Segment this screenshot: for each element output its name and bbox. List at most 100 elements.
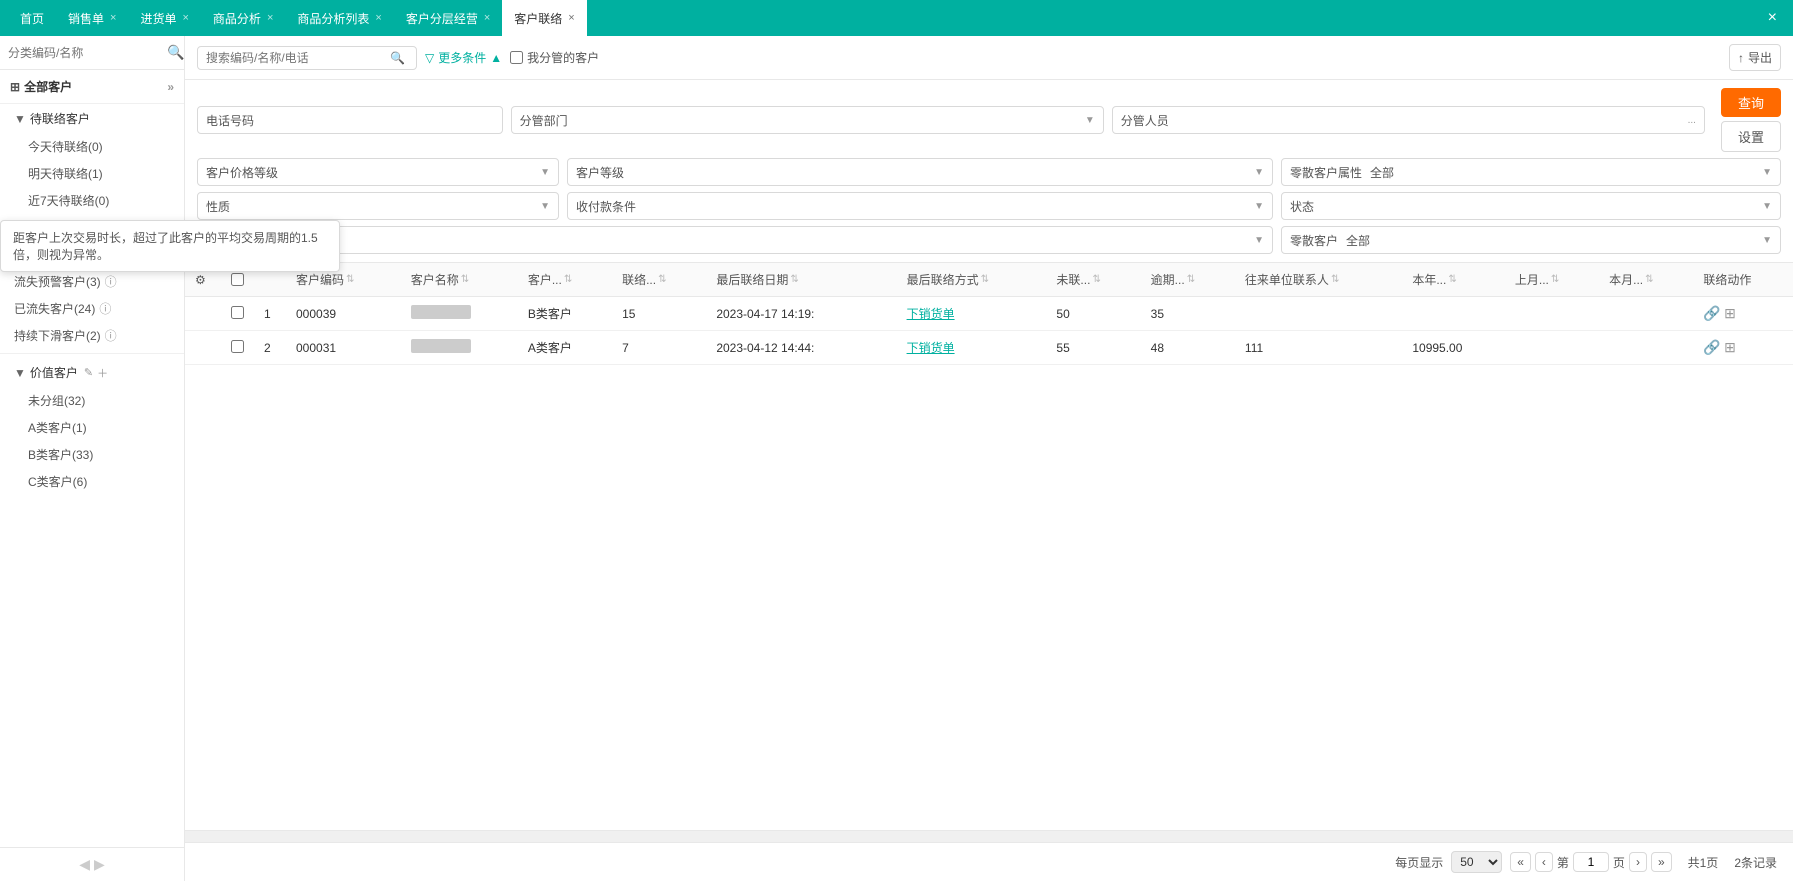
sidebar-group-pending[interactable]: ▼ 待联络客户 [0, 104, 184, 133]
next-page-btn[interactable]: › [1629, 852, 1647, 872]
retail-customer-field[interactable]: 零散客户 全部 ▼ [1281, 226, 1781, 254]
phone-field[interactable]: 电话号码 [197, 106, 503, 134]
col-last-month-header[interactable]: 上月... ⇅ [1505, 263, 1599, 297]
search-input-container[interactable]: 🔍 [197, 46, 417, 70]
sidebar-group-value[interactable]: ▼ 价值客户 ✎ ＋ [0, 358, 184, 387]
code-sort-icon[interactable]: ⇅ [346, 274, 354, 285]
my-customers-checkbox[interactable] [510, 51, 523, 64]
gender-field[interactable]: 性质 ▼ [197, 192, 559, 220]
retail-attr-field[interactable]: 零散客户属性 全部 ▼ [1281, 158, 1781, 186]
settings-button[interactable]: 设置 [1721, 121, 1781, 152]
contacts-sort-icon[interactable]: ⇅ [658, 274, 666, 285]
sidebar-item-lost-warn[interactable]: 流失预警客户(3) ⓘ [0, 268, 184, 295]
nav-customer-contact[interactable]: 客户联络 × [502, 0, 586, 36]
overdue-sort-icon[interactable]: ⇅ [1187, 274, 1195, 285]
collapse-icon[interactable]: » [167, 80, 174, 94]
sidebar-item-b-customers[interactable]: B类客户(33) [0, 441, 184, 468]
sidebar-item-declining[interactable]: 持续下滑客户(2) ⓘ [0, 322, 184, 349]
row2-checkbox[interactable] [221, 331, 254, 365]
filter-search-icon[interactable]: 🔍 [390, 51, 405, 65]
customer-type-field[interactable]: 客户类型 ▼ [223, 226, 1273, 254]
my-customers-checkbox-container[interactable]: 我分管的客户 [510, 49, 599, 66]
close-purchase-icon[interactable]: × [182, 12, 188, 24]
sidebar-item-tomorrow[interactable]: 明天待联络(1) [0, 160, 184, 187]
value-edit-icon[interactable]: ✎ [84, 366, 93, 379]
this-year-sort-icon[interactable]: ⇅ [1448, 274, 1456, 285]
all-customers-header[interactable]: ⊞ 全部客户 » [0, 70, 184, 104]
last-date-sort-icon[interactable]: ⇅ [790, 274, 798, 285]
category-sort-icon[interactable]: ⇅ [564, 274, 572, 285]
first-page-btn[interactable]: « [1510, 852, 1531, 872]
declining-help-icon[interactable]: ⓘ [105, 327, 117, 344]
nav-product-analysis[interactable]: 商品分析 × [201, 0, 285, 36]
col-last-contact-date-header[interactable]: 最后联络日期 ⇅ [706, 263, 896, 297]
sidebar-bottom-nav[interactable]: ◀ ▶ [0, 847, 184, 881]
search-input[interactable] [206, 51, 386, 65]
more-conditions-btn[interactable]: ▽ 更多条件 ▲ [425, 49, 502, 66]
page-number-input[interactable] [1573, 852, 1609, 872]
close-segmentation-icon[interactable]: × [484, 12, 490, 24]
payment-field[interactable]: 收付款条件 ▼ [567, 192, 1273, 220]
customer-grade-field[interactable]: 客户等级 ▼ [567, 158, 1273, 186]
row2-method-link[interactable]: 下销货单 [907, 341, 955, 355]
close-sales-icon[interactable]: × [110, 12, 116, 24]
col-this-month-header[interactable]: 本月... ⇅ [1599, 263, 1693, 297]
col-overdue-header[interactable]: 逾期... ⇅ [1141, 263, 1235, 297]
row1-select-checkbox[interactable] [231, 306, 244, 319]
unit-contacts-sort-icon[interactable]: ⇅ [1331, 274, 1339, 285]
nav-purchase[interactable]: 进货单 × [128, 0, 200, 36]
row1-link-action-icon[interactable]: 🔗 [1703, 305, 1720, 321]
sidebar-search-icon[interactable]: 🔍 [167, 44, 184, 61]
row1-method-link[interactable]: 下销货单 [907, 307, 955, 321]
this-month-sort-icon[interactable]: ⇅ [1645, 274, 1653, 285]
nav-customer-segmentation[interactable]: 客户分层经营 × [394, 0, 502, 36]
col-last-contact-method-header[interactable]: 最后联络方式 ⇅ [897, 263, 1047, 297]
already-lost-help-icon[interactable]: ⓘ [99, 300, 111, 317]
last-page-btn[interactable]: » [1651, 852, 1672, 872]
settings-header-icon[interactable]: ⚙ [195, 273, 206, 287]
nav-home[interactable]: 首页 [8, 0, 56, 36]
export-button[interactable]: ↑ 导出 [1729, 44, 1781, 71]
uncontacted-sort-icon[interactable]: ⇅ [1092, 274, 1100, 285]
manager-field[interactable]: 分管人员 ... [1112, 106, 1705, 134]
close-contact-icon[interactable]: × [568, 12, 574, 24]
sidebar-search-input[interactable] [8, 46, 163, 60]
row2-select-checkbox[interactable] [231, 340, 244, 353]
query-button[interactable]: 查询 [1721, 88, 1781, 117]
value-add-icon[interactable]: ＋ [97, 365, 108, 381]
col-uncontacted-header[interactable]: 未联... ⇅ [1046, 263, 1140, 297]
sidebar-item-ungroup[interactable]: 未分组(32) [0, 387, 184, 414]
sidebar-item-c-customers[interactable]: C类客户(6) [0, 468, 184, 495]
row2-grid-action-icon[interactable]: ⊞ [1724, 339, 1736, 355]
dept-field[interactable]: 分管部门 ▼ [511, 106, 1104, 134]
nav-sales[interactable]: 销售单 × [56, 0, 128, 36]
name-sort-icon[interactable]: ⇅ [461, 274, 469, 285]
col-this-year-header[interactable]: 本年... ⇅ [1402, 263, 1505, 297]
sidebar-item-7days[interactable]: 近7天待联络(0) [0, 187, 184, 214]
row1-checkbox[interactable] [221, 297, 254, 331]
col-unit-contacts-header[interactable]: 往来单位联系人 ⇅ [1235, 263, 1402, 297]
nav-product-analysis-list[interactable]: 商品分析列表 × [285, 0, 393, 36]
window-close-button[interactable]: × [1760, 9, 1785, 27]
sidebar-item-today[interactable]: 今天待联络(0) [0, 133, 184, 160]
close-product-list-icon[interactable]: × [375, 12, 381, 24]
row2-link-action-icon[interactable]: 🔗 [1703, 339, 1720, 355]
prev-page-btn[interactable]: ‹ [1535, 852, 1553, 872]
close-product-analysis-icon[interactable]: × [267, 12, 273, 24]
sidebar-item-a-customers[interactable]: A类客户(1) [0, 414, 184, 441]
col-category-header[interactable]: 客户... ⇅ [518, 263, 612, 297]
row2-last-contact-method[interactable]: 下销货单 [897, 331, 1047, 365]
select-all-checkbox[interactable] [231, 273, 244, 286]
col-name-header[interactable]: 客户名称 ⇅ [401, 263, 518, 297]
status-field[interactable]: 状态 ▼ [1281, 192, 1781, 220]
col-contacts-header[interactable]: 联络... ⇅ [612, 263, 706, 297]
sidebar-item-already-lost[interactable]: 已流失客户(24) ⓘ [0, 295, 184, 322]
last-method-sort-icon[interactable]: ⇅ [981, 274, 989, 285]
row1-last-contact-method[interactable]: 下销货单 [897, 297, 1047, 331]
row1-grid-action-icon[interactable]: ⊞ [1724, 305, 1736, 321]
page-size-select[interactable]: 50 100 200 [1451, 851, 1502, 873]
horizontal-scrollbar[interactable] [185, 830, 1793, 842]
price-grade-field[interactable]: 客户价格等级 ▼ [197, 158, 559, 186]
lost-warn-help-icon[interactable]: ⓘ [105, 273, 117, 290]
last-month-sort-icon[interactable]: ⇅ [1551, 274, 1559, 285]
